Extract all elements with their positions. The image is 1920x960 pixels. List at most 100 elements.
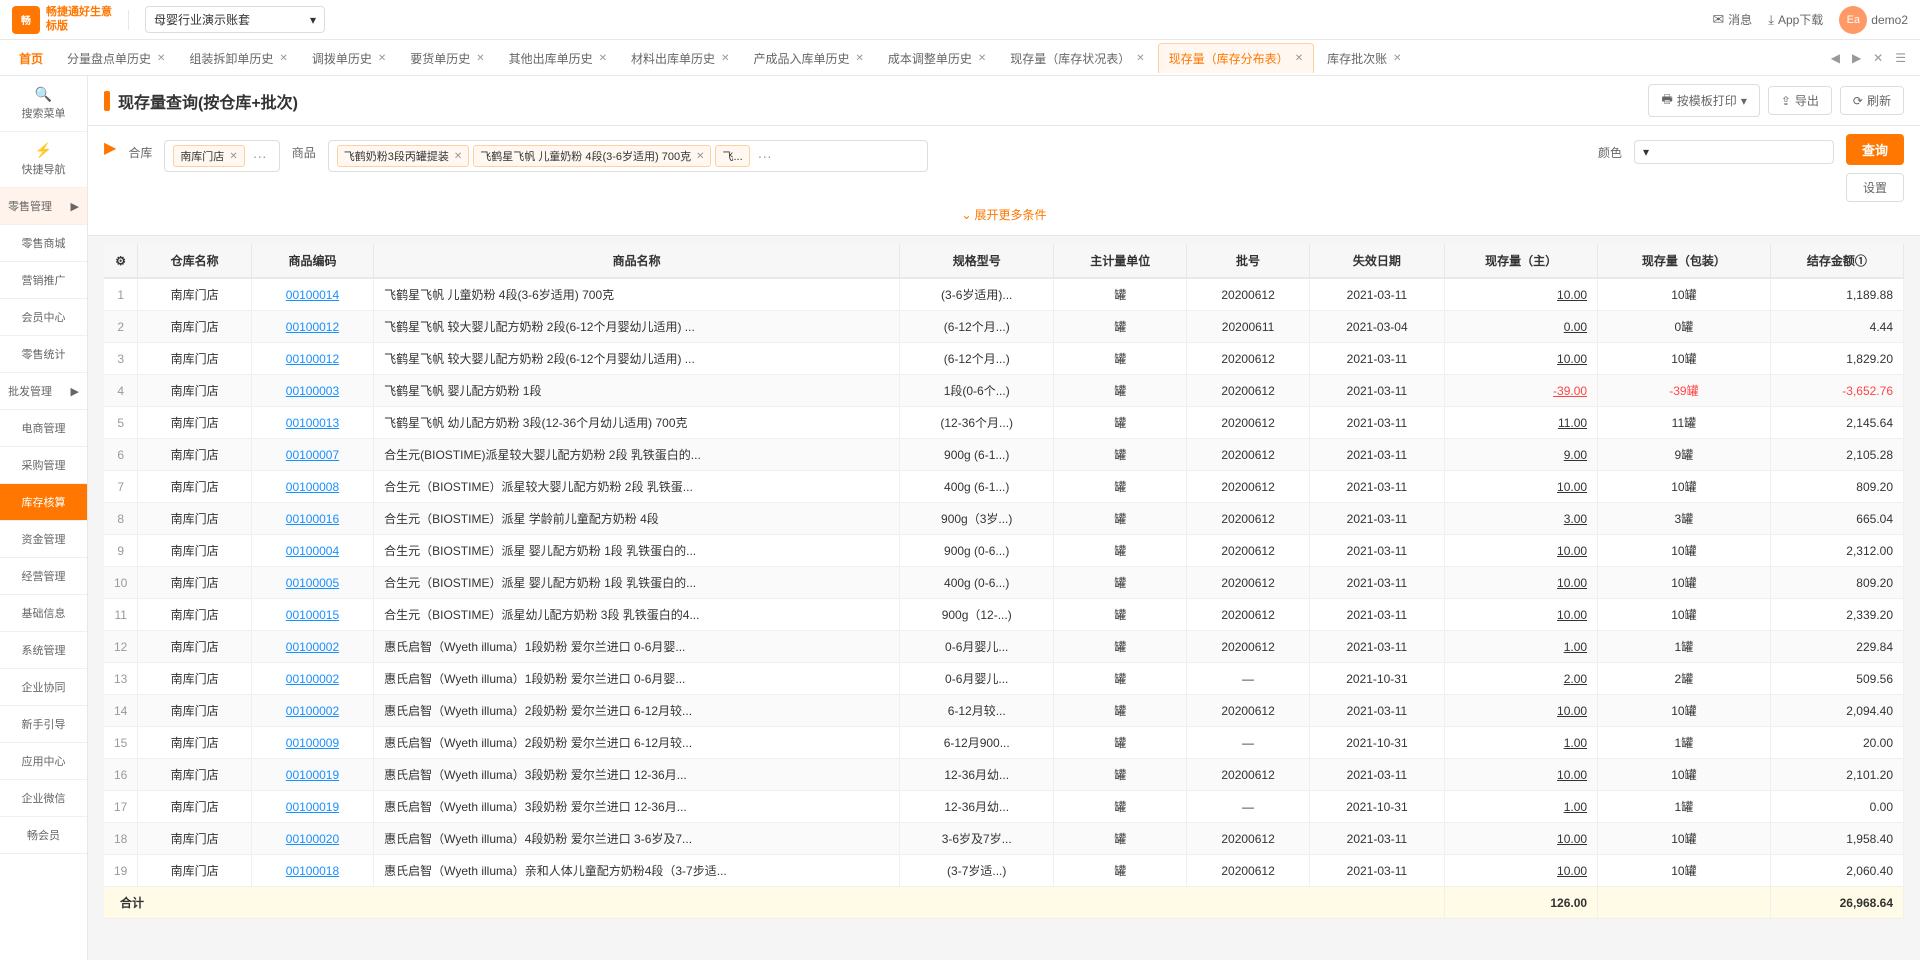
sidebar-item-purchase[interactable]: 采购管理 [0,447,87,484]
row-qty-main: 1.00 [1445,631,1598,663]
expand-more-btn[interactable]: ⌄ 展开更多条件 [961,206,1046,223]
row-code: 00100002 [251,663,373,695]
sidebar-item-enterprise[interactable]: 企业协同 [0,669,87,706]
sidebar-item-retail-stats[interactable]: 零售统计 [0,336,87,373]
settings-icon[interactable]: ⚙ [115,254,126,268]
row-amount: 4.44 [1770,311,1903,343]
table-row: 1 南库门店 00100014 飞鹤星飞帆 儿童奶粉 4段(3-6岁适用) 70… [104,278,1904,311]
filter-expand-arrow[interactable]: ▶ [104,134,116,158]
template-print-btn[interactable]: 🖶 按模板打印 ▾ [1648,84,1759,117]
close-tab-batch-account[interactable]: ✕ [1393,53,1401,64]
tab-transfer[interactable]: 调拨单历史 ✕ [301,43,397,73]
tab-inventory-dist[interactable]: 现存量（库存分布表） ✕ [1158,43,1314,73]
row-warehouse: 南库门店 [138,791,251,823]
settings-btn[interactable]: 设置 [1846,173,1904,202]
tab-material-out[interactable]: 材料出库单历史 ✕ [620,43,740,73]
tab-cost-adjust[interactable]: 成本调整单历史 ✕ [877,43,997,73]
nav-close-all[interactable]: ✕ [1867,47,1889,69]
row-no: 3 [104,343,138,375]
sidebar-item-marketing[interactable]: 营销推广 [0,262,87,299]
row-spec: 12-36月幼... [900,759,1054,791]
refresh-btn[interactable]: ⟳ 刷新 [1840,86,1904,115]
row-code: 00100012 [251,311,373,343]
row-qty-pkg: 10罐 [1598,695,1771,727]
sidebar-item-onboarding[interactable]: 新手引导 [0,706,87,743]
sidebar-item-retail-mgmt[interactable]: 零售管理 ▶ [0,188,87,225]
remove-warehouse-tag[interactable]: ✕ [229,151,237,162]
close-tab-product-in[interactable]: ✕ [855,53,863,64]
sidebar-item-app-center[interactable]: 应用中心 [0,743,87,780]
row-spec: 900g（3岁...) [900,503,1054,535]
sidebar-item-inventory[interactable]: 库存核算 [0,484,87,521]
message-btn[interactable]: ✉ 消息 [1712,11,1752,28]
close-tab-inventory-dist[interactable]: ✕ [1295,53,1303,64]
product-tag-1: 飞鹤星飞帆 儿童奶粉 4段(3-6岁适用) 700克 ✕ [473,145,711,167]
row-warehouse: 南库门店 [138,343,251,375]
tab-requisition[interactable]: 要货单历史 ✕ [399,43,495,73]
summary-amount: 26,968.64 [1770,887,1903,919]
tab-home[interactable]: 首页 [8,43,54,73]
query-btn[interactable]: 查询 [1846,134,1904,165]
col-settings[interactable]: ⚙ [104,244,138,278]
row-code: 00100015 [251,599,373,631]
sidebar-item-enterprise-wechat[interactable]: 企业微信 [0,780,87,817]
sidebar-item-member2[interactable]: 畅会员 [0,817,87,854]
row-expiry: 2021-03-11 [1309,343,1444,375]
row-code: 00100003 [251,375,373,407]
row-no: 17 [104,791,138,823]
export-btn[interactable]: ⇪ 导出 [1768,86,1832,115]
tab-batch-account[interactable]: 库存批次账 ✕ [1316,43,1412,73]
app-download-btn[interactable]: ⤓ App下载 [1768,11,1823,28]
table-row: 6 南库门店 00100007 合生元(BIOSTIME)派星较大婴儿配方奶粉 … [104,439,1904,471]
row-spec: 400g (6-1...) [900,471,1054,503]
tab-product-in[interactable]: 产成品入库单历史 ✕ [742,43,874,73]
row-no: 16 [104,759,138,791]
sidebar-item-basic-info[interactable]: 基础信息 [0,595,87,632]
close-tab-other-out[interactable]: ✕ [599,53,607,64]
tab-other-out[interactable]: 其他出库单历史 ✕ [498,43,618,73]
sidebar-item-ecommerce[interactable]: 电商管理 [0,410,87,447]
table-header-row: ⚙ 仓库名称 商品编码 商品名称 规格型号 主计量单位 批号 失效日期 现存量（… [104,244,1904,278]
color-filter-box[interactable]: ▾ [1634,140,1834,164]
nav-prev[interactable]: ◀ [1825,47,1846,69]
sidebar-item-quick-nav[interactable]: ⚡ 快捷导航 [0,132,87,188]
close-tab-material-out[interactable]: ✕ [721,53,729,64]
sidebar: 🔍 搜索菜单 ⚡ 快捷导航 零售管理 ▶ 零售商城 营销推广 会员中心 零售统计… [0,76,88,960]
nav-next[interactable]: ▶ [1846,47,1867,69]
close-tab-requisition[interactable]: ✕ [476,53,484,64]
company-select[interactable]: 母婴行业演示账套 ▾ [145,6,325,33]
sidebar-item-system[interactable]: 系统管理 [0,632,87,669]
nav-menu[interactable]: ☰ [1889,47,1912,69]
row-no: 7 [104,471,138,503]
sidebar-item-operations[interactable]: 经营管理 [0,558,87,595]
tab-inventory-status[interactable]: 现存量（库存状况表） ✕ [999,43,1155,73]
warehouse-filter-box[interactable]: 南库门店 ✕ ··· [164,140,279,172]
row-unit: 罐 [1054,759,1187,791]
tab-split-inventory[interactable]: 分量盘点单历史 ✕ [56,43,176,73]
sidebar-item-finance[interactable]: 资金管理 [0,521,87,558]
remove-product-tag-1[interactable]: ✕ [696,151,704,162]
sidebar-item-search[interactable]: 🔍 搜索菜单 [0,76,87,132]
close-tab-cost-adjust[interactable]: ✕ [978,53,986,64]
row-expiry: 2021-03-11 [1309,407,1444,439]
close-tab-inventory-status[interactable]: ✕ [1136,53,1144,64]
close-tab-disassemble[interactable]: ✕ [279,53,287,64]
sidebar-item-wholesale[interactable]: 批发管理 ▶ [0,373,87,410]
warehouse-more-btn[interactable]: ··· [249,148,271,164]
row-spec: (3-7岁适...) [900,855,1054,887]
tab-disassemble[interactable]: 组装拆卸单历史 ✕ [178,43,298,73]
row-name: 飞鹤星飞帆 儿童奶粉 4段(3-6岁适用) 700克 [374,278,900,311]
col-warehouse: 仓库名称 [138,244,251,278]
sidebar-item-member[interactable]: 会员中心 [0,299,87,336]
product-more-btn[interactable]: ··· [754,148,776,164]
sidebar-item-retail-store[interactable]: 零售商城 [0,225,87,262]
user-menu[interactable]: Ea demo2 [1839,6,1908,34]
row-unit: 罐 [1054,343,1187,375]
row-amount: -3,652.76 [1770,375,1903,407]
row-unit: 罐 [1054,695,1187,727]
row-unit: 罐 [1054,631,1187,663]
remove-product-tag-0[interactable]: ✕ [454,151,462,162]
close-tab-transfer[interactable]: ✕ [378,53,386,64]
close-tab-split-inventory[interactable]: ✕ [157,53,165,64]
product-filter-box[interactable]: 飞鹤奶粉3段丙罐提装 ✕ 飞鹤星飞帆 儿童奶粉 4段(3-6岁适用) 700克 … [328,140,928,172]
